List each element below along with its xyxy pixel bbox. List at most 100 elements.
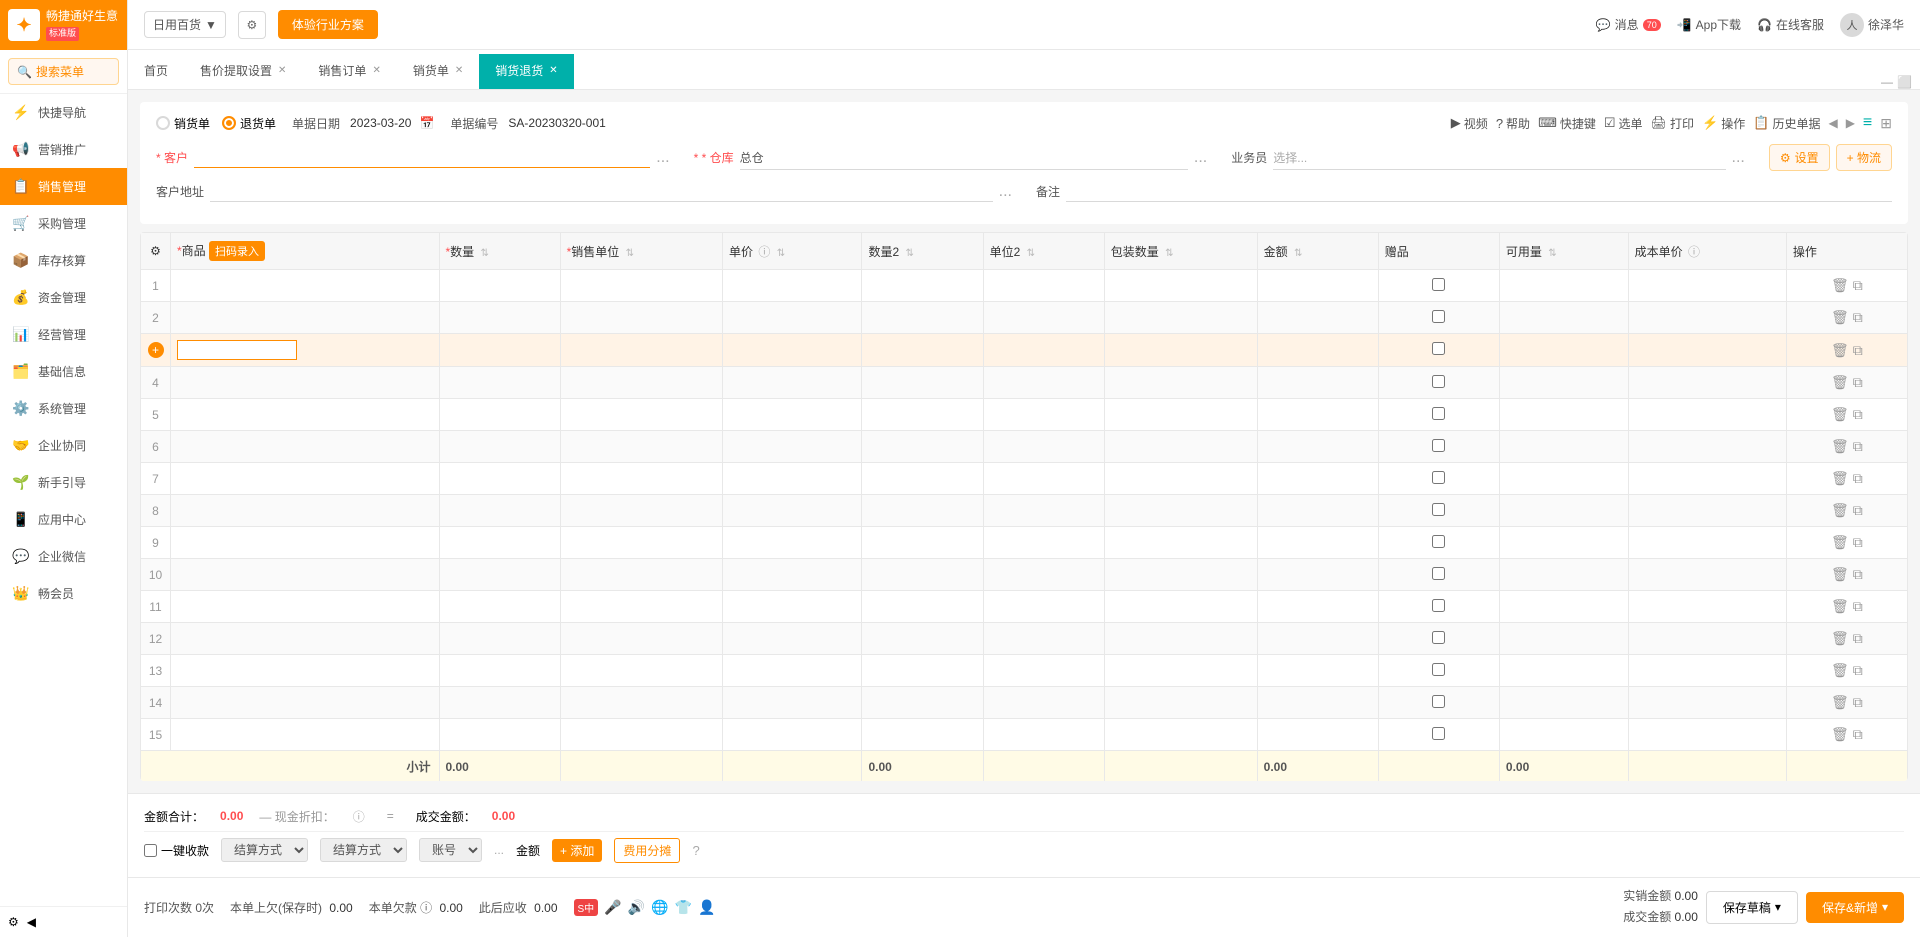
product-cell-12[interactable] xyxy=(171,623,440,655)
copy-row-icon-14[interactable]: ⧉ xyxy=(1853,694,1863,711)
tab-minimize-icon[interactable]: — xyxy=(1881,75,1893,89)
gift-cell-2[interactable] xyxy=(1378,302,1499,334)
unit-price-cell-14[interactable] xyxy=(722,687,862,719)
product-cell-9[interactable] xyxy=(171,527,440,559)
unit2-cell-6[interactable] xyxy=(983,431,1104,463)
package-qty-cell-15[interactable] xyxy=(1104,719,1257,751)
unit-price-cell-3[interactable] xyxy=(722,334,862,367)
history-button[interactable]: 📋 历史单据 xyxy=(1753,115,1820,132)
amount-cell-3[interactable] xyxy=(1257,334,1378,367)
remark-input[interactable] xyxy=(1066,181,1892,202)
select-order-button[interactable]: ☑ 选单 xyxy=(1604,115,1643,132)
sidebar-item-basic[interactable]: 🗂️ 基础信息 xyxy=(0,353,127,390)
gift-checkbox-5[interactable] xyxy=(1432,407,1445,420)
amount-cell-10[interactable] xyxy=(1257,559,1378,591)
amount-cell-1[interactable] xyxy=(1257,270,1378,302)
available-cell-7[interactable] xyxy=(1499,463,1628,495)
gift-cell-12[interactable] xyxy=(1378,623,1499,655)
copy-row-icon-2[interactable]: ⧉ xyxy=(1853,309,1863,326)
radio-return-bill[interactable]: 退货单 xyxy=(222,115,276,132)
quantity2-cell-3[interactable] xyxy=(862,334,983,367)
quantity2-cell-15[interactable] xyxy=(862,719,983,751)
operations-button[interactable]: ⚡ 操作 xyxy=(1702,115,1745,132)
list-view-icon[interactable]: ≡ xyxy=(1863,114,1872,132)
settings-icon[interactable]: ⚙ xyxy=(8,915,19,929)
package-qty-cell-5[interactable] xyxy=(1104,399,1257,431)
cost-price-cell-7[interactable] xyxy=(1628,463,1786,495)
sales-unit-cell-5[interactable] xyxy=(560,399,722,431)
gift-cell-15[interactable] xyxy=(1378,719,1499,751)
quantity-cell-6[interactable] xyxy=(439,431,560,463)
unit-price-cell-7[interactable] xyxy=(722,463,862,495)
available-cell-9[interactable] xyxy=(1499,527,1628,559)
warehouse-input[interactable]: 总仓 xyxy=(740,146,1188,170)
sales-unit-cell-11[interactable] xyxy=(560,591,722,623)
logistics-button[interactable]: + 物流 xyxy=(1836,144,1892,171)
sales-unit-cell-13[interactable] xyxy=(560,655,722,687)
delete-row-icon-6[interactable]: 🗑 xyxy=(1831,438,1849,455)
avail-sort-icon[interactable]: ⇅ xyxy=(1548,248,1556,259)
quantity2-cell-13[interactable] xyxy=(862,655,983,687)
quantity2-cell-2[interactable] xyxy=(862,302,983,334)
package-qty-cell-12[interactable] xyxy=(1104,623,1257,655)
help-button[interactable]: ? 帮助 xyxy=(1496,115,1530,132)
cost-price-cell-5[interactable] xyxy=(1628,399,1786,431)
unit2-cell-4[interactable] xyxy=(983,367,1104,399)
scan-input-button[interactable]: 扫码录入 xyxy=(209,241,265,261)
gift-cell-10[interactable] xyxy=(1378,559,1499,591)
copy-row-icon-15[interactable]: ⧉ xyxy=(1853,726,1863,743)
sidebar-item-shortcut[interactable]: ⚡ 快捷导航 xyxy=(0,94,127,131)
copy-row-icon-11[interactable]: ⧉ xyxy=(1853,598,1863,615)
sidebar-item-sales[interactable]: 📋 销售管理 xyxy=(0,168,127,205)
copy-row-icon-5[interactable]: ⧉ xyxy=(1853,406,1863,423)
topbar-gear-button[interactable]: ⚙ xyxy=(238,11,266,39)
account-select[interactable]: 账号 xyxy=(419,838,482,862)
delete-row-icon-7[interactable]: 🗑 xyxy=(1831,470,1849,487)
unit-price-cell-1[interactable] xyxy=(722,270,862,302)
product-cell-2[interactable] xyxy=(171,302,440,334)
quantity-cell-15[interactable] xyxy=(439,719,560,751)
quantity-cell-12[interactable] xyxy=(439,623,560,655)
unit2-cell-8[interactable] xyxy=(983,495,1104,527)
available-cell-3[interactable] xyxy=(1499,334,1628,367)
search-menu-button[interactable]: 🔍 搜索菜单 xyxy=(8,58,119,85)
gift-cell-5[interactable] xyxy=(1378,399,1499,431)
product-input-active[interactable] xyxy=(177,340,297,360)
address-select-icon[interactable]: ... xyxy=(999,183,1012,201)
sales-unit-cell-2[interactable] xyxy=(560,302,722,334)
sidebar-item-finance[interactable]: 💰 资金管理 xyxy=(0,279,127,316)
available-cell-11[interactable] xyxy=(1499,591,1628,623)
app-download-button[interactable]: 📲 App下载 xyxy=(1677,16,1741,33)
address-input[interactable] xyxy=(210,181,993,202)
copy-row-icon-1[interactable]: ⧉ xyxy=(1853,277,1863,294)
delete-row-icon-2[interactable]: 🗑 xyxy=(1831,309,1849,326)
sidebar-item-system[interactable]: ⚙️ 系统管理 xyxy=(0,390,127,427)
quantity-cell-8[interactable] xyxy=(439,495,560,527)
gift-checkbox-4[interactable] xyxy=(1432,375,1445,388)
quantity2-cell-4[interactable] xyxy=(862,367,983,399)
package-qty-cell-7[interactable] xyxy=(1104,463,1257,495)
unit-price-cell-10[interactable] xyxy=(722,559,862,591)
quantity-cell-4[interactable] xyxy=(439,367,560,399)
sidebar-item-wechat[interactable]: 💬 企业微信 xyxy=(0,538,127,575)
unit-price-cell-11[interactable] xyxy=(722,591,862,623)
cost-price-cell-11[interactable] xyxy=(1628,591,1786,623)
package-qty-cell-10[interactable] xyxy=(1104,559,1257,591)
delete-row-icon-11[interactable]: 🗑 xyxy=(1831,598,1849,615)
cost-price-cell-4[interactable] xyxy=(1628,367,1786,399)
tab-price-setting[interactable]: 售价提取设置 ✕ xyxy=(184,54,302,89)
amount-cell-6[interactable] xyxy=(1257,431,1378,463)
cost-price-cell-8[interactable] xyxy=(1628,495,1786,527)
unit2-cell-12[interactable] xyxy=(983,623,1104,655)
delete-row-icon-15[interactable]: 🗑 xyxy=(1831,726,1849,743)
customer-input[interactable] xyxy=(194,147,650,168)
sales-unit-cell-10[interactable] xyxy=(560,559,722,591)
package-qty-cell-4[interactable] xyxy=(1104,367,1257,399)
copy-row-icon-13[interactable]: ⧉ xyxy=(1853,662,1863,679)
package-qty-cell-14[interactable] xyxy=(1104,687,1257,719)
gift-checkbox-14[interactable] xyxy=(1432,695,1445,708)
product-cell-11[interactable] xyxy=(171,591,440,623)
cost-price-cell-6[interactable] xyxy=(1628,431,1786,463)
unit2-cell-13[interactable] xyxy=(983,655,1104,687)
cost-price-cell-12[interactable] xyxy=(1628,623,1786,655)
